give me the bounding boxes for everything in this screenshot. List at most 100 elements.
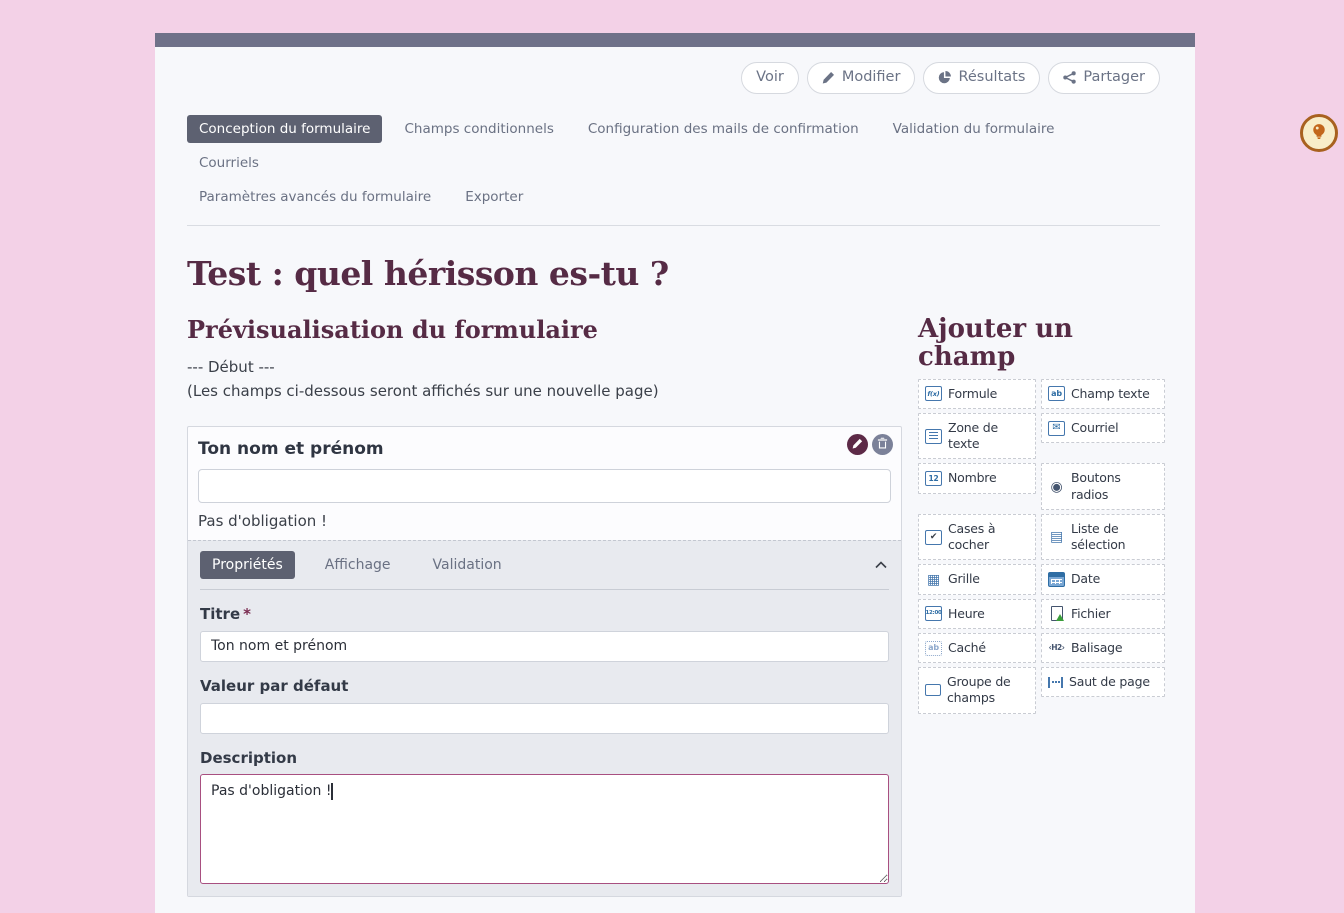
palette-label: Cases à cocher — [948, 521, 1029, 554]
view-button-label: Voir — [756, 68, 784, 88]
radio-icon — [1048, 479, 1065, 494]
field-palette: Formule Champ texte Zone de texte Courri… — [918, 379, 1160, 714]
field-preview-input[interactable] — [198, 469, 891, 503]
field-edit-button[interactable] — [847, 434, 868, 455]
palette-label: Champ texte — [1071, 386, 1158, 402]
preview-heading: Prévisualisation du formulaire — [187, 315, 902, 344]
title-field-label: Titre* — [200, 605, 889, 623]
tab-courriels[interactable]: Courriels — [187, 149, 271, 177]
palette-button-fichier[interactable]: Fichier — [1041, 599, 1165, 629]
fieldset-icon — [925, 684, 941, 696]
field-delete-button[interactable] — [872, 434, 893, 455]
palette-button-champ-texte[interactable]: Champ texte — [1041, 379, 1165, 409]
grid-icon — [925, 572, 942, 587]
tab-affichage[interactable]: Affichage — [313, 551, 403, 579]
palette-button-zone-de-texte[interactable]: Zone de texte — [918, 413, 1036, 460]
select-icon — [1048, 530, 1065, 545]
pencil-icon — [822, 71, 835, 84]
page-break-note: (Les champs ci-dessous seront affichés s… — [187, 382, 902, 400]
checkbox-icon — [925, 530, 942, 545]
chevron-up-icon — [875, 557, 887, 572]
palette-label: Groupe de champs — [947, 674, 1029, 707]
palette-label: Nombre — [948, 470, 1029, 486]
tab-champs-conditionnels[interactable]: Champs conditionnels — [392, 115, 565, 143]
tab-validation-du-formulaire[interactable]: Validation du formulaire — [881, 115, 1067, 143]
palette-button-heure[interactable]: Heure — [918, 599, 1036, 629]
tabs-row-2: Paramètres avancés du formulaire Exporte… — [187, 183, 1160, 211]
palette-button-balisage[interactable]: Balisage — [1041, 633, 1165, 663]
collapse-panel-button[interactable] — [873, 555, 889, 574]
palette-label: Zone de texte — [948, 420, 1029, 453]
field-properties-panel: Propriétés Affichage Validation Titre* V… — [188, 540, 901, 896]
formula-icon — [925, 386, 942, 401]
palette-button-liste-de-selection[interactable]: Liste de sélection — [1041, 514, 1165, 561]
palette-label: Fichier — [1071, 606, 1158, 622]
default-value-input[interactable] — [200, 703, 889, 734]
palette-label: Caché — [948, 640, 1029, 656]
palette-label: Formule — [948, 386, 1029, 402]
description-textarea[interactable]: Pas d'obligation ! — [200, 774, 889, 884]
share-button[interactable]: Partager — [1048, 62, 1160, 94]
palette-button-cases-a-cocher[interactable]: Cases à cocher — [918, 514, 1036, 561]
palette-button-date[interactable]: Date — [1041, 564, 1165, 594]
required-marker: * — [243, 605, 251, 623]
palette-button-nombre[interactable]: Nombre — [918, 463, 1036, 493]
palette-label: Balisage — [1071, 640, 1158, 656]
palette-label: Heure — [948, 606, 1029, 622]
palette-button-courriel[interactable]: Courriel — [1041, 413, 1165, 443]
view-actions: Voir Modifier Résultats Partager — [187, 62, 1160, 94]
add-field-sidebar: Ajouter un champ Formule Champ texte Zon… — [918, 315, 1160, 913]
textarea-icon — [925, 429, 942, 444]
palette-button-boutons-radios[interactable]: Boutons radios — [1041, 463, 1165, 510]
palette-button-grille[interactable]: Grille — [918, 564, 1036, 594]
textfield-icon — [1048, 386, 1065, 401]
email-icon — [1048, 421, 1065, 436]
lightbulb-icon — [1308, 121, 1330, 146]
palette-button-formule[interactable]: Formule — [918, 379, 1036, 409]
palette-label: Boutons radios — [1071, 470, 1158, 503]
palette-label: Date — [1071, 571, 1158, 587]
top-accent-bar — [155, 33, 1195, 47]
palette-label: Courriel — [1071, 420, 1158, 436]
page-break-start-marker: --- Début --- — [187, 358, 902, 376]
edit-button-label: Modifier — [842, 68, 901, 88]
palette-label: Saut de page — [1069, 674, 1158, 690]
field-preview: Ton nom et prénom Pas d'obligation ! — [188, 427, 901, 540]
text-cursor — [331, 783, 333, 800]
primary-tabs: Conception du formulaire Champs conditio… — [187, 115, 1160, 226]
tab-validation[interactable]: Validation — [421, 551, 514, 579]
palette-label: Liste de sélection — [1071, 521, 1158, 554]
palette-button-groupe-de-champs[interactable]: Groupe de champs — [918, 667, 1036, 714]
results-button[interactable]: Résultats — [923, 62, 1040, 94]
file-upload-icon — [1048, 606, 1065, 621]
tab-configuration-mails[interactable]: Configuration des mails de confirmation — [576, 115, 871, 143]
pie-chart-icon — [938, 71, 951, 84]
tab-conception-du-formulaire[interactable]: Conception du formulaire — [187, 115, 382, 143]
palette-button-saut-de-page[interactable]: Saut de page — [1041, 667, 1165, 697]
edit-button[interactable]: Modifier — [807, 62, 916, 94]
description-label: Description — [200, 749, 889, 767]
share-button-label: Partager — [1083, 68, 1145, 88]
markup-icon — [1048, 641, 1065, 656]
tab-parametres-avances[interactable]: Paramètres avancés du formulaire — [187, 183, 443, 211]
default-value-label: Valeur par défaut — [200, 677, 889, 695]
content-card: Voir Modifier Résultats Partager Concept… — [155, 33, 1195, 913]
calendar-icon — [1048, 572, 1065, 587]
help-lightbulb-button[interactable] — [1300, 114, 1338, 152]
share-icon — [1063, 71, 1076, 84]
tabs-row-1: Conception du formulaire Champs conditio… — [187, 115, 1160, 177]
title-input[interactable] — [200, 631, 889, 662]
results-button-label: Résultats — [958, 68, 1025, 88]
hidden-field-icon — [925, 641, 942, 656]
title-label-text: Titre — [200, 605, 240, 623]
number-icon — [925, 471, 942, 486]
palette-button-cache[interactable]: Caché — [918, 633, 1036, 663]
tab-proprietes[interactable]: Propriétés — [200, 551, 295, 579]
editor-tabs: Propriétés Affichage Validation — [200, 551, 889, 590]
pencil-icon — [852, 437, 863, 452]
field-actions — [847, 434, 893, 455]
palette-label: Grille — [948, 571, 1029, 587]
tab-exporter[interactable]: Exporter — [453, 183, 535, 211]
view-button[interactable]: Voir — [741, 62, 799, 94]
page-break-icon — [1048, 677, 1063, 688]
